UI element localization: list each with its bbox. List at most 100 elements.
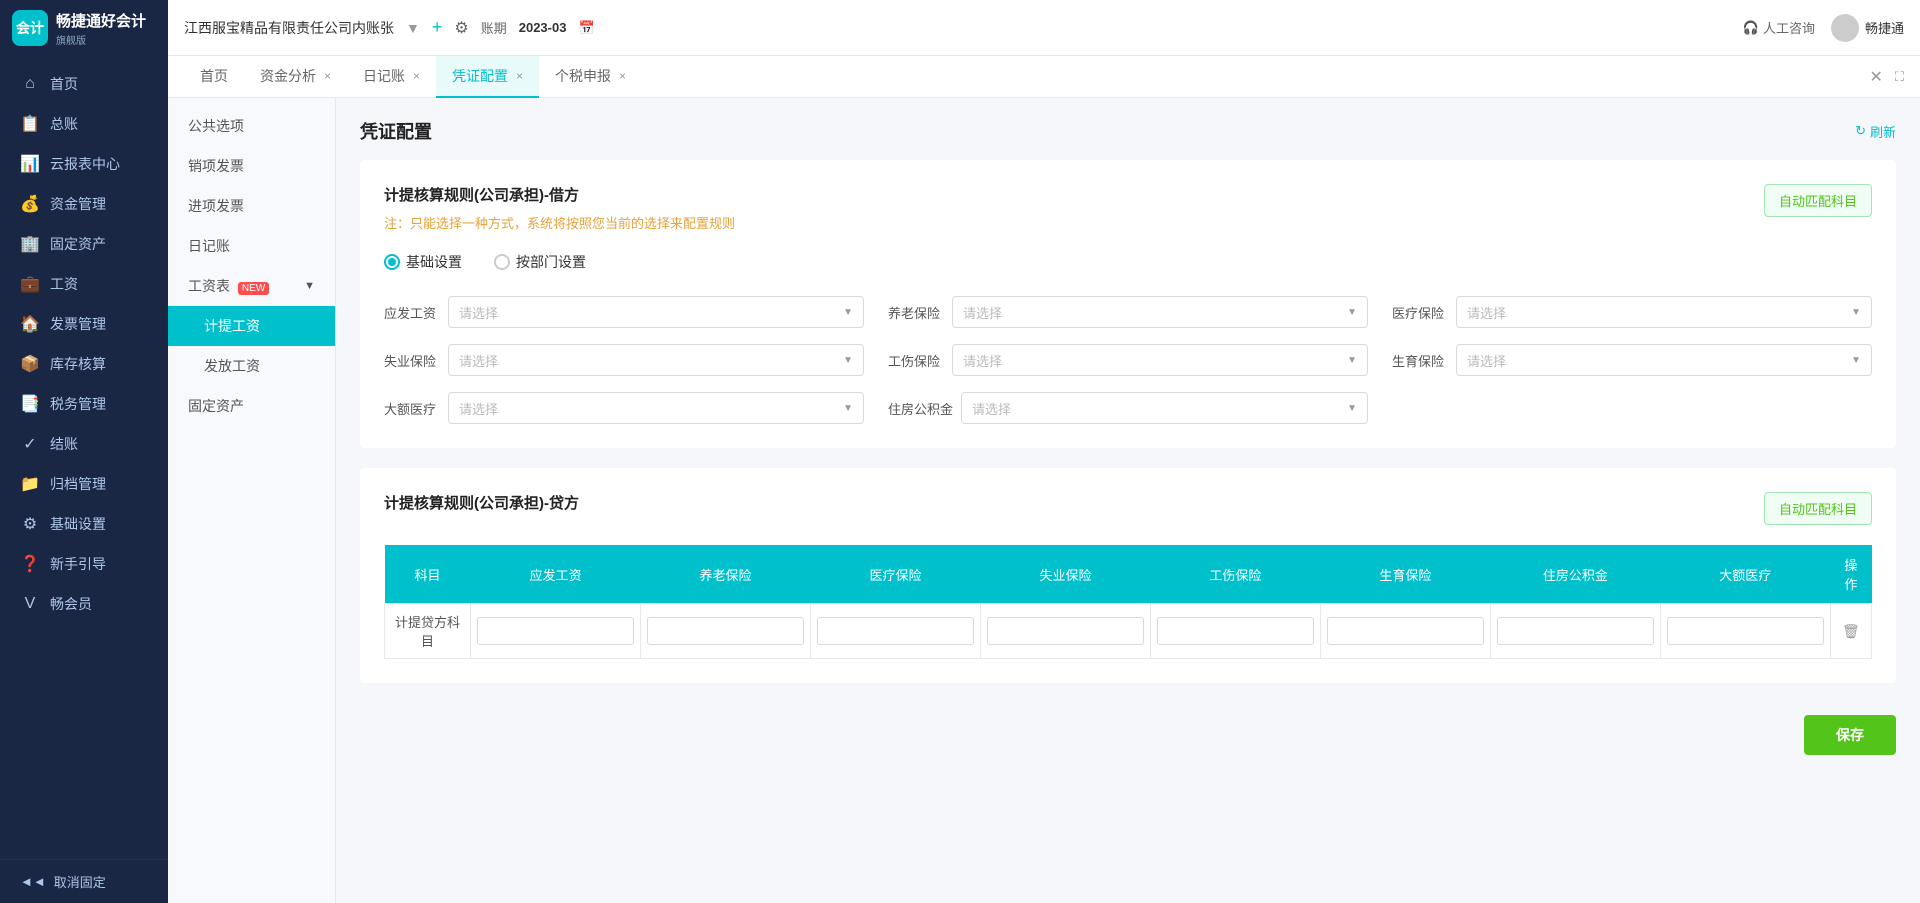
debit-section: 计提核算规则(公司承担)-借方 注：只能选择一种方式，系统将按照您当前的选择来配… xyxy=(360,160,1896,448)
select-gross-salary[interactable]: 请选择 ▼ xyxy=(448,296,864,328)
sub-item-journal[interactable]: 日记账 xyxy=(168,226,335,266)
cancel-fixed-btn[interactable]: ◄◄ 取消固定 xyxy=(0,859,168,903)
col-injury: 工伤保险 xyxy=(1150,545,1320,604)
label-gross-salary: 应发工资 xyxy=(384,303,440,322)
add-button[interactable]: + xyxy=(432,17,443,38)
arrow-left-icon: ◄◄ xyxy=(20,874,46,889)
refresh-button[interactable]: ↻ 刷新 xyxy=(1855,122,1896,141)
input-pension[interactable] xyxy=(647,617,804,645)
input-medical[interactable] xyxy=(817,617,974,645)
sidebar-item-inventory[interactable]: 📦 库存核算 xyxy=(0,344,168,384)
tab-journal[interactable]: 日记账 × xyxy=(347,56,436,98)
gear-icon[interactable]: ⚙ xyxy=(454,18,468,38)
tab-funds[interactable]: 资金分析 × xyxy=(244,56,347,98)
credit-section-top: 计提核算规则(公司承担)-贷方 自动匹配科目 xyxy=(384,492,1872,541)
sidebar-item-home[interactable]: ⌂ 首页 xyxy=(0,64,168,104)
radio-dept[interactable]: 按部门设置 xyxy=(494,252,586,272)
sidebar-item-funds[interactable]: 💰 资金管理 xyxy=(0,184,168,224)
input-maternity[interactable] xyxy=(1327,617,1484,645)
sidebar-item-archive[interactable]: 📁 归档管理 xyxy=(0,464,168,504)
label-large-medical: 大额医疗 xyxy=(384,399,440,418)
inventory-icon: 📦 xyxy=(20,354,40,374)
form-item-gross-salary: 应发工资 请选择 ▼ xyxy=(384,296,864,328)
tab-home[interactable]: 首页 xyxy=(184,56,244,98)
sub-item-salary-table[interactable]: 工资表 NEW ▼ xyxy=(168,266,335,306)
form-item-maternity: 生育保险 请选择 ▼ xyxy=(1392,344,1872,376)
settings-icon: ⚙ xyxy=(20,514,40,534)
label-unemployment: 失业保险 xyxy=(384,351,440,370)
logo-text: 畅捷通好会计 xyxy=(56,10,146,31)
sidebar-item-checkout[interactable]: ✓ 结账 xyxy=(0,424,168,464)
debit-auto-match-button[interactable]: 自动匹配科目 xyxy=(1764,184,1872,217)
sidebar-item-tax[interactable]: 📑 税务管理 xyxy=(0,384,168,424)
expand-icon[interactable]: ⛶ xyxy=(1895,69,1904,85)
dropdown-arrow-icon: ▼ xyxy=(1851,307,1861,318)
sub-item-public[interactable]: 公共选项 xyxy=(168,106,335,146)
sidebar-item-invoice[interactable]: 🏠 发票管理 xyxy=(0,304,168,344)
input-housing[interactable] xyxy=(1497,617,1654,645)
input-gross[interactable] xyxy=(477,617,634,645)
chevron-down-icon: ▼ xyxy=(304,280,315,292)
tab-close-funds[interactable]: × xyxy=(324,69,331,83)
debit-form-grid: 应发工资 请选择 ▼ 养老保险 请选择 ▼ 医疗 xyxy=(384,296,1872,424)
topbar: 江西服宝精品有限责任公司内账张 ▼ + ⚙ 账期 2023-03 📅 🎧 人工咨… xyxy=(168,0,1920,56)
fixed-icon: 🏢 xyxy=(20,234,40,254)
label-pension: 养老保险 xyxy=(888,303,944,322)
credit-section: 计提核算规则(公司承担)-贷方 自动匹配科目 科目 应发工资 养老保险 医疗保险… xyxy=(360,468,1896,683)
period-label: 账期 xyxy=(481,18,507,37)
row-gross-input-cell xyxy=(471,604,641,659)
input-unemployment[interactable] xyxy=(987,617,1144,645)
reports-icon: 📊 xyxy=(20,154,40,174)
select-unemployment[interactable]: 请选择 ▼ xyxy=(448,344,864,376)
select-pension[interactable]: 请选择 ▼ xyxy=(952,296,1368,328)
credit-section-title: 计提核算规则(公司承担)-贷方 xyxy=(384,492,579,513)
radio-basic[interactable]: 基础设置 xyxy=(384,252,462,272)
close-icon[interactable]: ✕ xyxy=(1869,67,1882,87)
sidebar-item-guide[interactable]: ❓ 新手引导 xyxy=(0,544,168,584)
salary-icon: 💼 xyxy=(20,274,40,294)
radio-circle-basic xyxy=(384,254,400,270)
form-item-pension: 养老保险 请选择 ▼ xyxy=(888,296,1368,328)
sidebar-item-salary[interactable]: 💼 工资 xyxy=(0,264,168,304)
sidebar-item-settings[interactable]: ⚙ 基础设置 xyxy=(0,504,168,544)
tab-tax-report[interactable]: 个税申报 × xyxy=(539,56,642,98)
credit-auto-match-button[interactable]: 自动匹配科目 xyxy=(1764,492,1872,525)
select-housing-fund[interactable]: 请选择 ▼ xyxy=(961,392,1368,424)
debit-section-note: 注：只能选择一种方式，系统将按照您当前的选择来配置规则 xyxy=(384,213,735,232)
calendar-icon[interactable]: 📅 xyxy=(578,20,594,36)
topbar-actions: 🎧 人工咨询 畅捷通 xyxy=(1743,14,1904,42)
select-large-medical[interactable]: 请选择 ▼ xyxy=(448,392,864,424)
col-action: 操作 xyxy=(1830,545,1871,604)
row-unemployment-input-cell xyxy=(980,604,1150,659)
select-medical[interactable]: 请选择 ▼ xyxy=(1456,296,1872,328)
debit-section-top: 计提核算规则(公司承担)-借方 注：只能选择一种方式，系统将按照您当前的选择来配… xyxy=(384,184,1872,248)
consult-button[interactable]: 🎧 人工咨询 xyxy=(1743,18,1815,37)
tab-close-journal[interactable]: × xyxy=(413,69,420,83)
sub-sidebar: 公共选项 销项发票 进项发票 日记账 工资表 NEW ▼ 计提工资 xyxy=(168,98,336,903)
sub-item-purchase-invoice[interactable]: 进项发票 xyxy=(168,186,335,226)
sub-item-fixed-assets[interactable]: 固定资产 xyxy=(168,386,335,426)
sidebar-item-fixed[interactable]: 🏢 固定资产 xyxy=(0,224,168,264)
sidebar-item-ledger[interactable]: 📋 总账 xyxy=(0,104,168,144)
sidebar-item-vip[interactable]: V 畅会员 xyxy=(0,584,168,624)
dropdown-arrow-icon: ▼ xyxy=(1347,403,1357,414)
sub-item-pay-salary[interactable]: 发放工资 xyxy=(168,346,335,386)
col-pension: 养老保险 xyxy=(641,545,811,604)
sidebar-item-reports[interactable]: 📊 云报表中心 xyxy=(0,144,168,184)
form-item-unemployment: 失业保险 请选择 ▼ xyxy=(384,344,864,376)
sub-item-sales-invoice[interactable]: 销项发票 xyxy=(168,146,335,186)
sub-item-accrue-salary[interactable]: 计提工资 xyxy=(168,306,335,346)
select-maternity[interactable]: 请选择 ▼ xyxy=(1456,344,1872,376)
tab-close-tax[interactable]: × xyxy=(619,69,626,83)
delete-row-icon[interactable]: 🗑 xyxy=(1842,623,1860,639)
select-injury[interactable]: 请选择 ▼ xyxy=(952,344,1368,376)
period-value: 2023-03 xyxy=(519,20,567,35)
dropdown-arrow-icon[interactable]: ▼ xyxy=(406,20,420,36)
save-button[interactable]: 保存 xyxy=(1804,715,1896,755)
tab-voucher-config[interactable]: 凭证配置 × xyxy=(436,56,539,98)
archive-icon: 📁 xyxy=(20,474,40,494)
tab-close-voucher[interactable]: × xyxy=(516,69,523,83)
col-medical: 医疗保险 xyxy=(811,545,981,604)
input-injury[interactable] xyxy=(1157,617,1314,645)
input-large-medical[interactable] xyxy=(1667,617,1824,645)
